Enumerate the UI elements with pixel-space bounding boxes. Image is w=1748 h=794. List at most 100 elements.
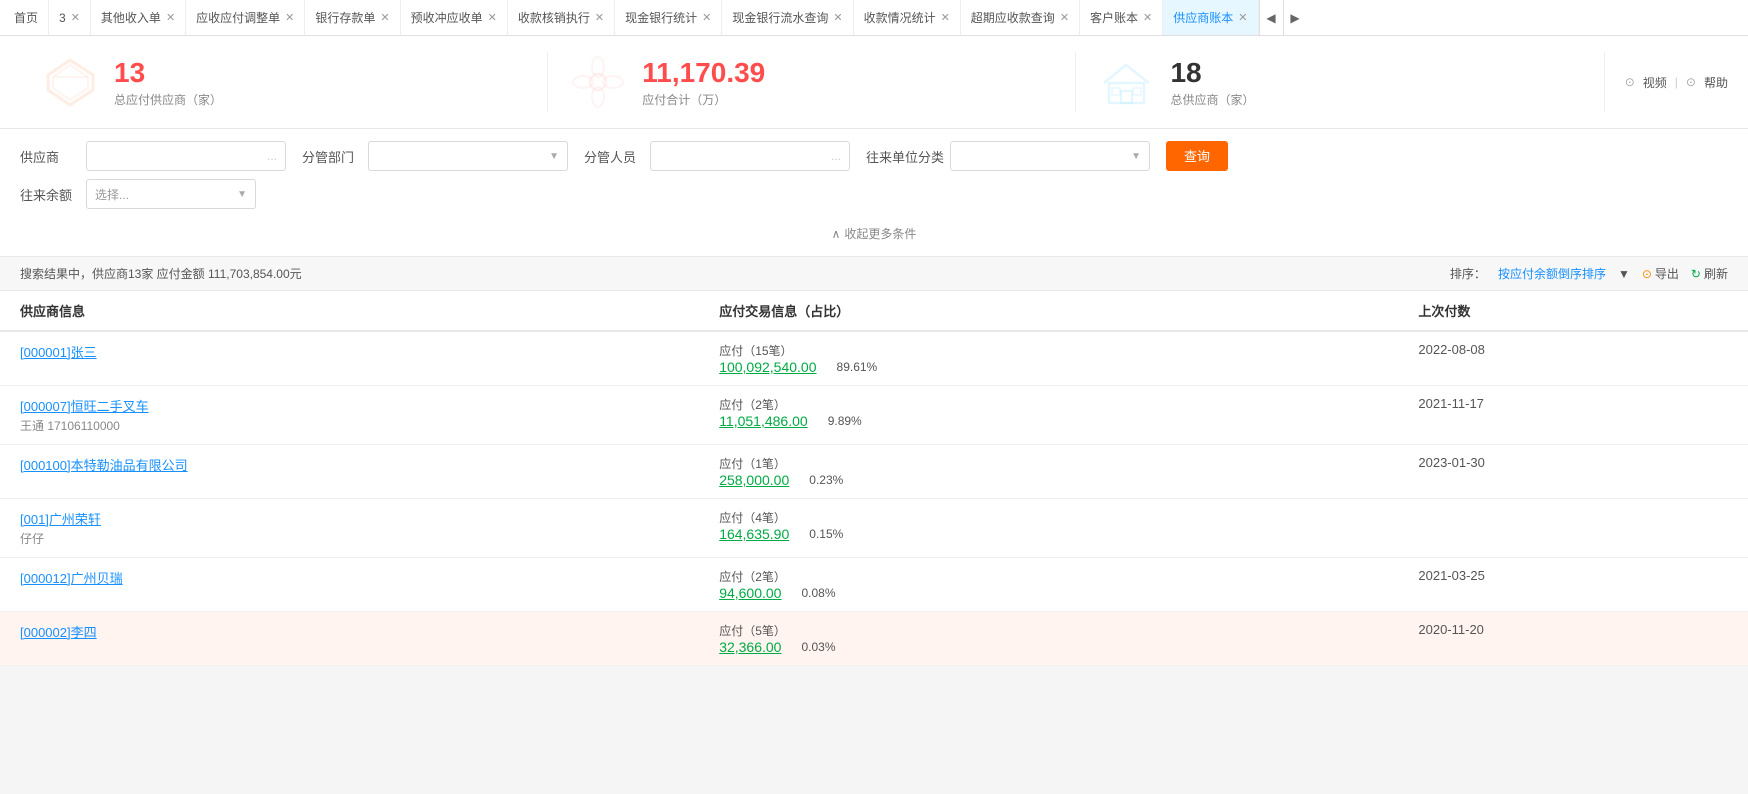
supplier-cell: [001]广州荣轩仔仔	[0, 499, 699, 558]
supplier-label: 供应商	[20, 147, 80, 166]
nav-tab-bank-deposit[interactable]: 银行存款单 ✕	[305, 0, 400, 35]
refresh-label: 刷新	[1704, 265, 1728, 282]
nav-tab-ap-adjust[interactable]: 应收应付调整单 ✕	[186, 0, 305, 35]
nav-tab-cash-bank-stat-close[interactable]: ✕	[702, 11, 711, 24]
nav-tab-recv-stat[interactable]: 收款情况统计 ✕	[854, 0, 961, 35]
nav-tab-supplier-acct-close[interactable]: ✕	[1238, 11, 1247, 24]
category-select[interactable]: ▼	[950, 141, 1150, 171]
balance-select[interactable]: 选择... ▼	[86, 179, 256, 209]
nav-tab-overdue-query-close[interactable]: ✕	[1060, 11, 1069, 24]
nav-tab-ap-adjust-label: 应收应付调整单	[196, 9, 280, 26]
nav-tab-recv-stat-close[interactable]: ✕	[941, 11, 950, 24]
nav-tab-customer-acct[interactable]: 客户账本 ✕	[1080, 0, 1163, 35]
supplier-dots: ...	[267, 149, 277, 163]
summary-card-2: 11,170.39 应付合计（万）	[548, 52, 1076, 112]
supplier-link[interactable]: [001]广州荣轩	[20, 512, 101, 527]
table-row: [000007]恒旺二手叉车王通 17106110000 应付（2笔）11,051…	[0, 386, 1748, 445]
nav-tab-cash-bank-query-label: 现金银行流水查询	[732, 9, 828, 26]
supplier-table: 供应商信息 应付交易信息（占比） 上次付数 [000001]张三应付（15笔）1…	[0, 291, 1748, 666]
dept-select[interactable]: ▼	[368, 141, 568, 171]
video-link[interactable]: 视频	[1643, 74, 1667, 91]
refresh-icon: ↻	[1691, 267, 1701, 281]
supplier-link[interactable]: [000012]广州贝瑞	[20, 571, 123, 586]
person-dots: ...	[831, 149, 841, 163]
tx-amount[interactable]: 32,366.00	[719, 639, 781, 655]
filter-row-2: 往来余额 选择... ▼	[20, 179, 1728, 209]
card-2-label: 应付合计（万）	[642, 91, 765, 108]
tx-label: 应付（5笔）	[719, 622, 1378, 639]
tx-row: 32,366.000.03%	[719, 639, 1378, 655]
nav-left-arrow[interactable]: ◀	[1259, 0, 1283, 35]
nav-tab-home[interactable]: 首页	[4, 0, 49, 35]
supplier-link[interactable]: [000001]张三	[20, 345, 97, 360]
nav-tab-customer-acct-label: 客户账本	[1090, 9, 1138, 26]
supplier-input[interactable]: ...	[86, 141, 286, 171]
table-scroll-container[interactable]: 供应商信息 应付交易信息（占比） 上次付数 [000001]张三应付（15笔）1…	[0, 291, 1748, 666]
nav-tab-prepay-write-close[interactable]: ✕	[488, 11, 497, 24]
supplier-link[interactable]: [000002]李四	[20, 625, 97, 640]
tx-percent: 9.89%	[828, 414, 862, 428]
data-table-wrapper: 供应商信息 应付交易信息（占比） 上次付数 [000001]张三应付（15笔）1…	[0, 291, 1748, 666]
nav-tab-cash-bank-stat[interactable]: 现金银行统计 ✕	[615, 0, 722, 35]
tx-amount[interactable]: 258,000.00	[719, 472, 789, 488]
supplier-link[interactable]: [000100]本特勒油品有限公司	[20, 458, 188, 473]
nav-tab-3[interactable]: 3 ✕	[49, 0, 91, 35]
person-input[interactable]: ...	[650, 141, 850, 171]
table-row: [000012]广州贝瑞应付（2笔）94,600.000.08%2021-03-…	[0, 558, 1748, 612]
th-last-payment: 上次付数	[1398, 291, 1748, 331]
sort-arrow: ▼	[1618, 267, 1630, 281]
nav-tab-payment-exec[interactable]: 收款核销执行 ✕	[508, 0, 615, 35]
filter-item-person: 分管人员 ...	[584, 141, 850, 171]
tx-amount[interactable]: 164,635.90	[719, 526, 789, 542]
filter-item-category: 往来单位分类 ▼	[866, 141, 1150, 171]
tx-percent: 0.08%	[801, 586, 835, 600]
category-arrow: ▼	[1131, 151, 1141, 162]
nav-tab-supplier-acct[interactable]: 供应商账本 ✕	[1163, 0, 1258, 35]
card-1-text: 13 总应付供应商（家）	[114, 56, 222, 109]
nav-tab-prepay-write[interactable]: 预收冲应收单 ✕	[401, 0, 508, 35]
nav-right-arrow[interactable]: ▶	[1283, 0, 1307, 35]
nav-tab-payment-exec-close[interactable]: ✕	[595, 11, 604, 24]
nav-tab-overdue-query[interactable]: 超期应收款查询 ✕	[961, 0, 1080, 35]
th-supplier-info: 供应商信息	[0, 291, 699, 331]
refresh-button[interactable]: ↻ 刷新	[1691, 265, 1728, 282]
nav-tab-ap-adjust-close[interactable]: ✕	[285, 11, 294, 24]
sort-value[interactable]: 按应付余额倒序排序	[1498, 265, 1606, 282]
tx-cell: 应付（4笔）164,635.900.15%	[699, 499, 1398, 558]
results-bar: 搜索结果中，供应商13家 应付金额 111,703,854.00元 排序： 按应…	[0, 257, 1748, 291]
tx-amount[interactable]: 11,051,486.00	[719, 413, 808, 429]
tx-amount[interactable]: 100,092,540.00	[719, 359, 816, 375]
supplier-cell: [000007]恒旺二手叉车王通 17106110000	[0, 386, 699, 445]
tx-label: 应付（2笔）	[719, 396, 1378, 413]
nav-tab-other-income-label: 其他收入单	[101, 9, 161, 26]
collapse-button[interactable]: ∧ 收起更多条件	[20, 221, 1728, 246]
collapse-label: 收起更多条件	[844, 225, 916, 242]
top-navigation: 首页 3 ✕ 其他收入单 ✕ 应收应付调整单 ✕ 银行存款单 ✕ 预收冲应收单 …	[0, 0, 1748, 36]
nav-tab-home-label: 首页	[14, 9, 38, 26]
export-button[interactable]: ⊙ 导出	[1642, 265, 1679, 282]
nav-tab-cash-bank-query[interactable]: 现金银行流水查询 ✕	[722, 0, 853, 35]
person-text-input[interactable]	[659, 149, 831, 163]
card-1-icon	[40, 52, 100, 112]
table-row: [000001]张三应付（15笔）100,092,540.0089.61%202…	[0, 331, 1748, 386]
query-button[interactable]: 查询	[1166, 141, 1228, 171]
last-pay-cell: 2022-08-08	[1398, 331, 1748, 386]
help-link[interactable]: 帮助	[1704, 74, 1728, 91]
tx-amount[interactable]: 94,600.00	[719, 585, 781, 601]
results-summary: 搜索结果中，供应商13家 应付金额 111,703,854.00元	[20, 265, 302, 282]
tx-percent: 0.23%	[809, 473, 843, 487]
nav-tab-bank-deposit-close[interactable]: ✕	[380, 11, 389, 24]
nav-tab-3-close[interactable]: ✕	[71, 11, 80, 24]
card-2-text: 11,170.39 应付合计（万）	[642, 56, 765, 109]
supplier-link[interactable]: [000007]恒旺二手叉车	[20, 399, 149, 414]
supplier-text-input[interactable]	[95, 149, 267, 163]
supplier-cell: [000012]广州贝瑞	[0, 558, 699, 612]
nav-tab-cash-bank-query-close[interactable]: ✕	[833, 11, 842, 24]
tx-row: 164,635.900.15%	[719, 526, 1378, 542]
supplier-cell: [000100]本特勒油品有限公司	[0, 445, 699, 499]
nav-tab-other-income-close[interactable]: ✕	[166, 11, 175, 24]
nav-tab-customer-acct-close[interactable]: ✕	[1143, 11, 1152, 24]
nav-tab-other-income[interactable]: 其他收入单 ✕	[91, 0, 186, 35]
card-3-number: 18	[1170, 56, 1254, 90]
tx-row: 100,092,540.0089.61%	[719, 359, 1378, 375]
